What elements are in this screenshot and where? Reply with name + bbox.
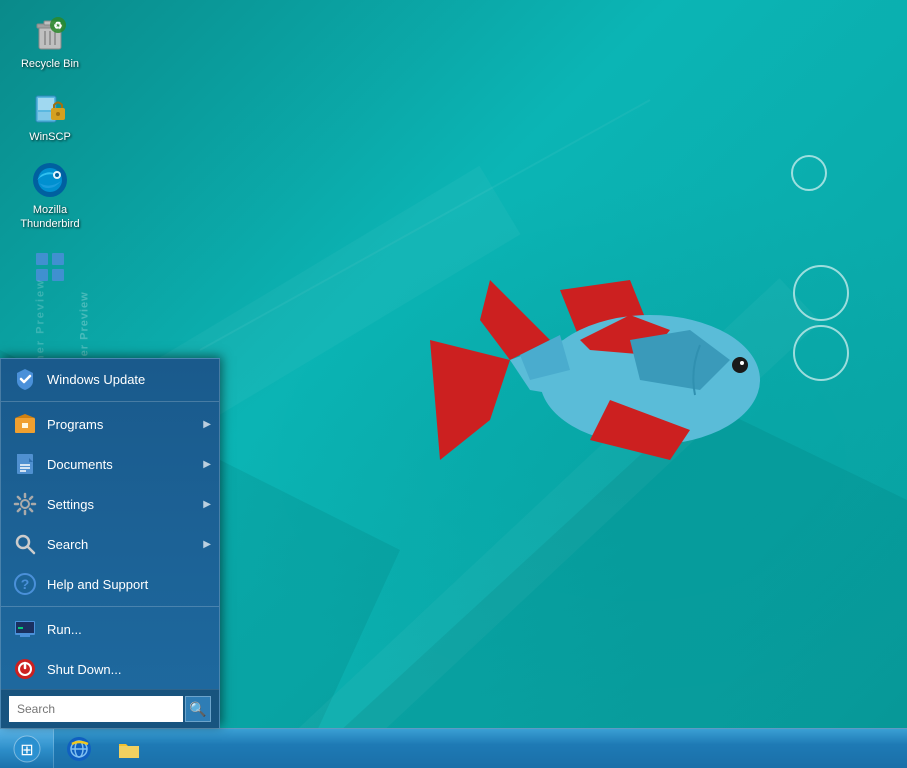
winscp-image: [30, 87, 70, 127]
shutdown-icon: [13, 657, 37, 681]
grid-app-icon[interactable]: [10, 243, 90, 295]
winscp-icon[interactable]: WinSCP: [10, 83, 90, 148]
desktop-icons-container: ♻ Recycle Bin WinSCP: [0, 0, 100, 313]
menu-separator-1: [1, 401, 219, 402]
taskbar-ie-button[interactable]: [54, 729, 104, 768]
help-icon: ?: [13, 572, 37, 596]
menu-item-search[interactable]: Search ▶: [1, 524, 219, 564]
start-menu-search-bar: 🔍: [1, 689, 219, 728]
run-label: Run...: [47, 622, 82, 637]
circle-decoration-2: [793, 265, 849, 321]
grid-app-image: [30, 247, 70, 287]
documents-arrow: ▶: [203, 459, 211, 470]
menu-item-programs[interactable]: Programs ▶: [1, 404, 219, 444]
thunderbird-label: Mozilla Thunderbird: [14, 204, 86, 230]
programs-label: Programs: [47, 417, 103, 432]
taskbar: ⊞: [0, 728, 907, 768]
svg-text:?: ?: [21, 576, 30, 592]
menu-item-windows-update[interactable]: Windows Update: [1, 359, 219, 399]
programs-icon: [13, 412, 37, 436]
recycle-bin-icon[interactable]: ♻ Recycle Bin: [10, 10, 90, 75]
menu-separator-2: [1, 606, 219, 607]
circle-decoration-3: [793, 325, 849, 381]
start-button[interactable]: ⊞: [0, 729, 54, 768]
menu-item-documents[interactable]: Documents ▶: [1, 444, 219, 484]
thunderbird-icon[interactable]: Mozilla Thunderbird: [10, 156, 90, 234]
shutdown-label: Shut Down...: [47, 662, 121, 677]
desktop: ♻ Recycle Bin WinSCP: [0, 0, 907, 768]
documents-icon: [13, 452, 37, 476]
menu-item-shutdown[interactable]: Shut Down...: [1, 649, 219, 689]
fish-decoration: [430, 260, 810, 520]
svg-text:♻: ♻: [54, 21, 63, 32]
svg-text:⊞: ⊞: [20, 742, 33, 759]
settings-icon: [13, 492, 37, 516]
search-input[interactable]: [9, 696, 183, 722]
taskbar-folder-button[interactable]: [104, 729, 154, 768]
winscp-label: WinSCP: [29, 131, 71, 144]
help-support-label: Help and Support: [47, 577, 148, 592]
start-menu: Windows Update Programs ▶: [0, 358, 220, 728]
search-label: Search: [47, 537, 88, 552]
recycle-bin-image: ♻: [30, 14, 70, 54]
settings-arrow: ▶: [203, 499, 211, 510]
circle-decoration-1: [791, 155, 827, 191]
search-menu-icon: [13, 532, 37, 556]
programs-arrow: ▶: [203, 419, 211, 430]
settings-label: Settings: [47, 497, 94, 512]
search-arrow: ▶: [203, 539, 211, 550]
windows-update-label: Windows Update: [47, 372, 145, 387]
menu-item-help-support[interactable]: ? Help and Support: [1, 564, 219, 604]
windows-update-icon: [13, 367, 37, 391]
menu-item-run[interactable]: Run...: [1, 609, 219, 649]
thunderbird-image: [30, 160, 70, 200]
run-icon: [13, 617, 37, 641]
search-button[interactable]: 🔍: [185, 696, 211, 722]
recycle-bin-label: Recycle Bin: [21, 58, 79, 71]
menu-item-settings[interactable]: Settings ▶: [1, 484, 219, 524]
documents-label: Documents: [47, 457, 113, 472]
